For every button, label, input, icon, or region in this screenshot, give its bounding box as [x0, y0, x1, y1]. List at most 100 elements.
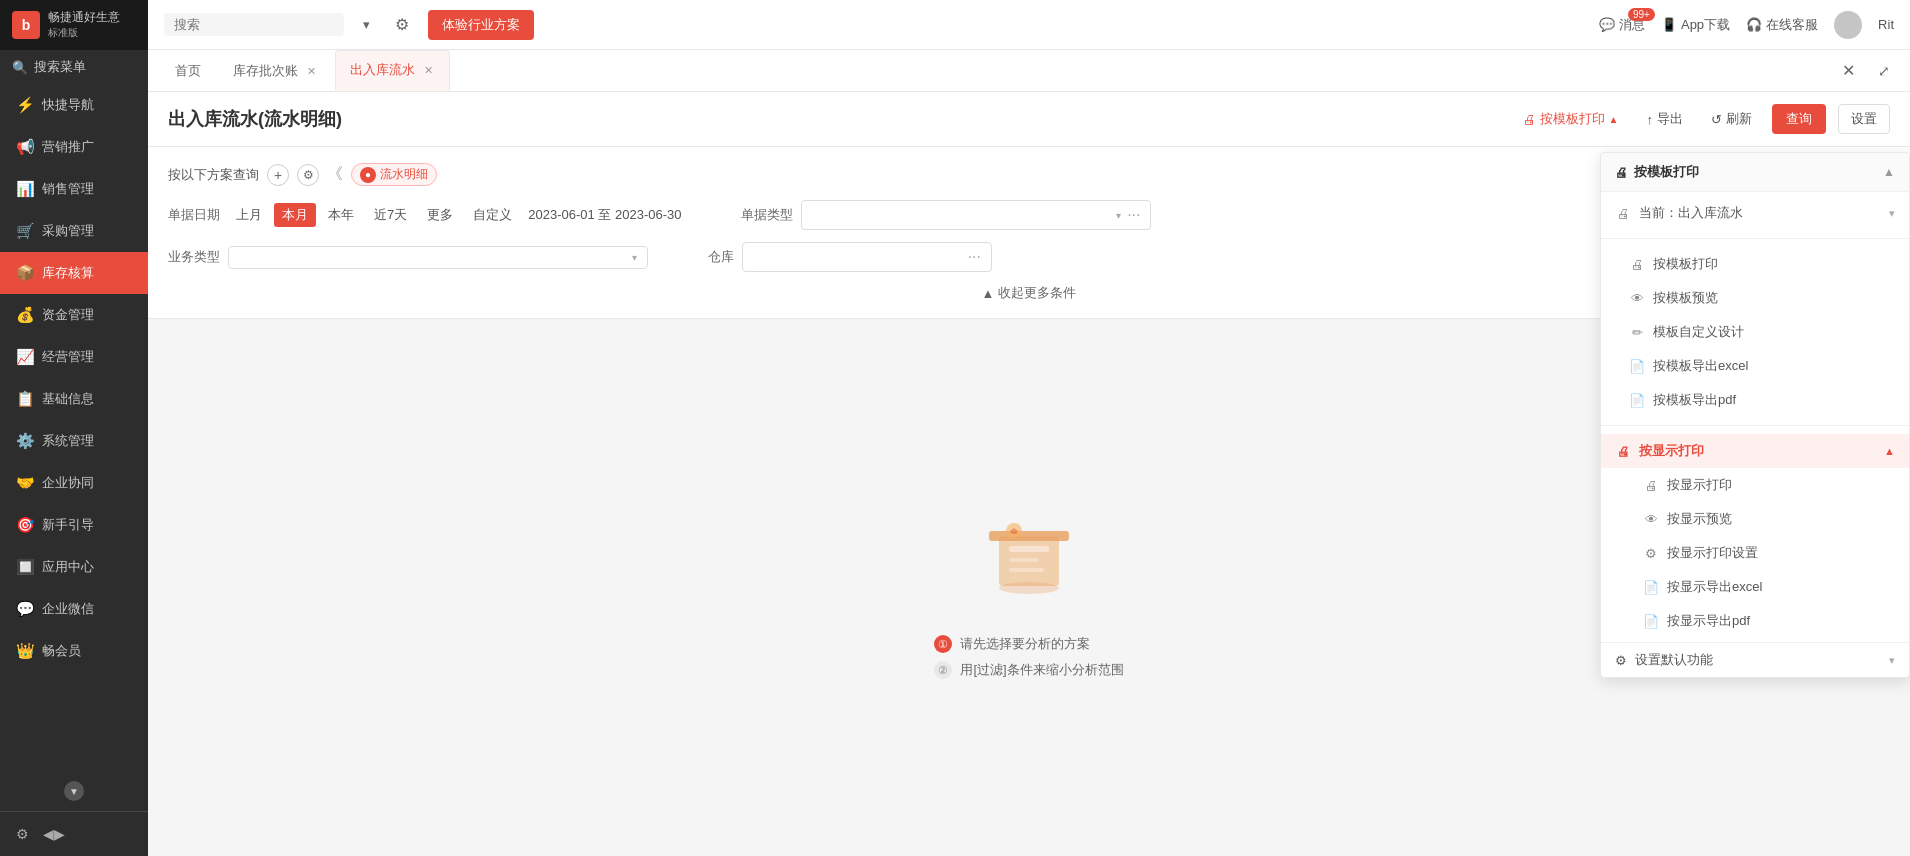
sidebar-item-label: 基础信息 [42, 390, 94, 408]
topbar-gear-icon[interactable]: ⚙ [388, 11, 416, 39]
collapse-sidebar-icon[interactable]: ◀▶ [42, 822, 66, 846]
guide-icon: 🎯 [16, 516, 34, 534]
template-preview-label: 按模板预览 [1653, 289, 1718, 307]
date-tab-custom[interactable]: 自定义 [465, 203, 520, 227]
filter-date-field: 单据日期 上月 本月 本年 近7天 更多 自定义 2023-06-01 至 20… [168, 203, 681, 227]
sidebar-item-quick-nav[interactable]: ⚡ 快捷导航 [0, 84, 148, 126]
sidebar-item-cooperation[interactable]: 🤝 企业协同 [0, 462, 148, 504]
template-print-dropdown-arrow[interactable]: ▲ [1609, 114, 1619, 125]
template-print-btn[interactable]: 🖨 按模板打印 ▲ [1515, 106, 1627, 132]
settings-btn[interactable]: 设置 [1838, 104, 1890, 134]
dropdown-template-export-excel[interactable]: 📄 按模板导出excel [1601, 349, 1909, 383]
tab-batch-account[interactable]: 库存批次账 ✕ [218, 50, 333, 91]
warehouse-input[interactable]: ··· [742, 242, 992, 272]
industry-btn[interactable]: 体验行业方案 [428, 10, 534, 40]
service-icon: 🎧 [1746, 17, 1762, 32]
tabs-bar: 首页 库存批次账 ✕ 出入库流水 ✕ ✕ ⤢ [148, 50, 1910, 92]
query-btn[interactable]: 查询 [1772, 104, 1826, 134]
dropdown-template-custom[interactable]: ✏ 模板自定义设计 [1601, 315, 1909, 349]
doc-type-select[interactable]: ▾ ··· [801, 200, 1151, 230]
dropdown-display-print-header[interactable]: 🖨 按显示打印 ▲ [1601, 434, 1909, 468]
filter-add-btn[interactable]: + [267, 164, 289, 186]
sidebar-scroll-down[interactable]: ▼ [64, 781, 84, 801]
display-export-excel-icon: 📄 [1643, 579, 1659, 595]
topbar-username[interactable]: Rit [1878, 17, 1894, 32]
marketing-icon: 📢 [16, 138, 34, 156]
biz-type-select[interactable]: ▾ [228, 246, 648, 269]
sidebar-item-basic[interactable]: 📋 基础信息 [0, 378, 148, 420]
display-section-arrow[interactable]: ▲ [1884, 445, 1895, 457]
refresh-icon: ↺ [1711, 112, 1722, 127]
dropdown-display-preview[interactable]: 👁 按显示预览 [1601, 502, 1909, 536]
topbar-search-input[interactable] [174, 17, 304, 32]
tab-home[interactable]: 首页 [160, 50, 216, 91]
sidebar-item-guide[interactable]: 🎯 新手引导 [0, 504, 148, 546]
cooperation-icon: 🤝 [16, 474, 34, 492]
topbar-app-btn[interactable]: 📱 App下载 [1661, 16, 1730, 34]
dropdown-footer-arrow: ▾ [1889, 654, 1895, 667]
date-tab-this-year[interactable]: 本年 [320, 203, 362, 227]
dropdown-display-print[interactable]: 🖨 按显示打印 [1601, 468, 1909, 502]
logo-icon: b [12, 11, 40, 39]
inventory-icon: 📦 [16, 264, 34, 282]
quick-nav-icon: ⚡ [16, 96, 34, 114]
service-label: 在线客服 [1766, 16, 1818, 34]
filter-collapse-btn[interactable]: 《 [327, 164, 343, 185]
sidebar: b 畅捷通好生意 标准版 🔍 搜索菜单 ⚡ 快捷导航 📢 营销推广 📊 销售管理… [0, 0, 148, 856]
sidebar-item-system[interactable]: ⚙️ 系统管理 [0, 420, 148, 462]
sidebar-item-app-center[interactable]: 🔲 应用中心 [0, 546, 148, 588]
dropdown-collapse-arrow[interactable]: ▲ [1883, 165, 1895, 179]
empty-step-2: ② 用[过滤]条件来缩小分析范围 [934, 661, 1123, 679]
topbar-service-btn[interactable]: 🎧 在线客服 [1746, 16, 1818, 34]
sidebar-item-membership[interactable]: 👑 畅会员 [0, 630, 148, 672]
template-print-item-label: 按模板打印 [1653, 255, 1718, 273]
refresh-btn[interactable]: ↺ 刷新 [1703, 106, 1760, 132]
doc-type-more-btn[interactable]: ··· [1127, 206, 1140, 224]
dropdown-template-preview[interactable]: 👁 按模板预览 [1601, 281, 1909, 315]
dropdown-display-export-excel[interactable]: 📄 按显示导出excel [1601, 570, 1909, 604]
template-print-dropdown: 🖨 按模板打印 ▲ 🖨 当前：出入库流水 ▾ 🖨 按模板打印 [1600, 152, 1910, 678]
dropdown-display-print-settings[interactable]: ⚙ 按显示打印设置 [1601, 536, 1909, 570]
filter-warehouse-field: 仓库 ··· [708, 242, 992, 272]
export-btn[interactable]: ↑ 导出 [1639, 106, 1692, 132]
dropdown-template-print[interactable]: 🖨 按模板打印 [1601, 247, 1909, 281]
sidebar-item-marketing[interactable]: 📢 营销推广 [0, 126, 148, 168]
display-print-settings-label: 按显示打印设置 [1667, 544, 1758, 562]
sidebar-item-enterprise-wx[interactable]: 💬 企业微信 [0, 588, 148, 630]
dropdown-footer[interactable]: ⚙ 设置默认功能 ▾ [1601, 642, 1909, 677]
topbar-search[interactable] [164, 13, 344, 36]
dropdown-current-arrow: ▾ [1889, 207, 1895, 220]
biz-type-dropdown-arrow: ▾ [632, 252, 637, 263]
template-export-pdf-icon: 📄 [1629, 392, 1645, 408]
sidebar-item-inventory[interactable]: 📦 库存核算 [0, 252, 148, 294]
date-tab-more[interactable]: 更多 [419, 203, 461, 227]
sidebar-item-finance[interactable]: 💰 资金管理 [0, 294, 148, 336]
dropdown-template-export-pdf[interactable]: 📄 按模板导出pdf [1601, 383, 1909, 417]
tab-batch-account-close[interactable]: ✕ [304, 64, 318, 78]
step-1-text: 请先选择要分析的方案 [960, 635, 1090, 653]
tab-stock-flow[interactable]: 出入库流水 ✕ [335, 50, 450, 91]
sidebar-item-purchase[interactable]: 🛒 采购管理 [0, 210, 148, 252]
search-menu-btn[interactable]: 🔍 搜索菜单 [0, 50, 148, 84]
warehouse-more-btn[interactable]: ··· [968, 248, 981, 266]
dropdown-current-item[interactable]: 🖨 当前：出入库流水 ▾ [1601, 196, 1909, 230]
settings-icon[interactable]: ⚙ [10, 822, 34, 846]
page-title: 出入库流水(流水明细) [168, 107, 342, 131]
topbar-avatar[interactable] [1834, 11, 1862, 39]
date-tab-last-month[interactable]: 上月 [228, 203, 270, 227]
tab-stock-flow-close[interactable]: ✕ [421, 63, 435, 77]
date-tabs: 上月 本月 本年 近7天 更多 自定义 [228, 203, 520, 227]
date-tab-this-month[interactable]: 本月 [274, 203, 316, 227]
filter-setting-btn[interactable]: ⚙ [297, 164, 319, 186]
sidebar-item-sales[interactable]: 📊 销售管理 [0, 168, 148, 210]
topbar-msg-btn[interactable]: 💬 消息 99+ [1599, 16, 1645, 34]
tabs-expand-btn[interactable]: ⤢ [1870, 57, 1898, 85]
sidebar-item-operations[interactable]: 📈 经营管理 [0, 336, 148, 378]
date-tab-7days[interactable]: 近7天 [366, 203, 415, 227]
display-print-settings-icon: ⚙ [1643, 545, 1659, 561]
topbar-search-dropdown[interactable]: ▾ [356, 15, 376, 35]
tabs-close-all-btn[interactable]: ✕ [1834, 57, 1862, 85]
dropdown-display-export-pdf[interactable]: 📄 按显示导出pdf [1601, 604, 1909, 638]
warehouse-label: 仓库 [708, 248, 734, 266]
sidebar-item-label: 经营管理 [42, 348, 94, 366]
